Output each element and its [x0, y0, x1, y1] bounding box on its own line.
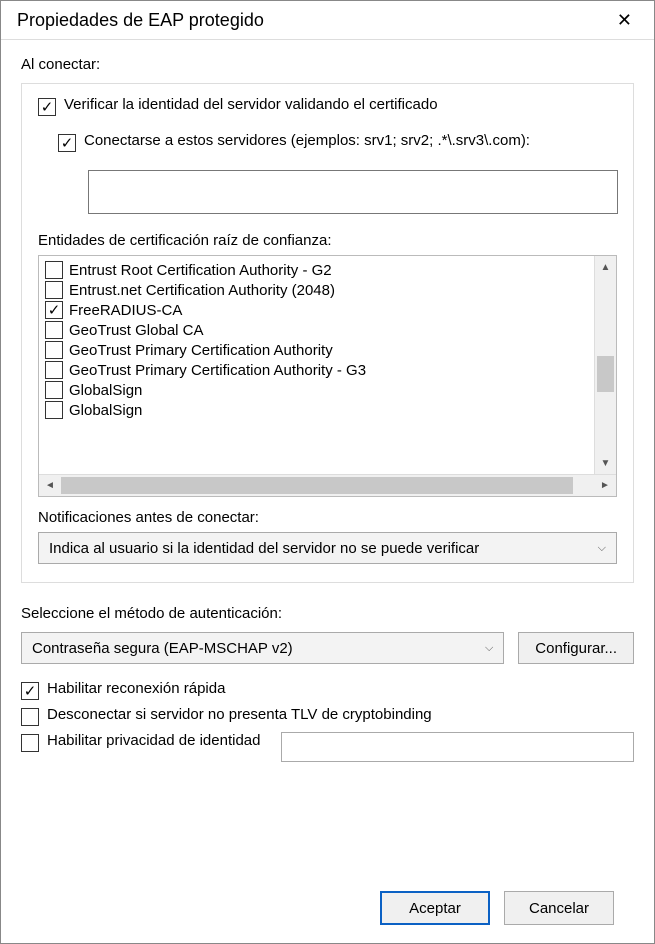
auth-method-row: Contraseña segura (EAP-MSCHAP v2) ⌵ Conf… [21, 632, 634, 664]
ca-item-checkbox[interactable] [45, 341, 63, 359]
verify-identity-checkbox[interactable] [38, 98, 56, 116]
ca-item-label: Entrust Root Certification Authority - G… [69, 262, 332, 279]
ca-item-label: GeoTrust Primary Certification Authority… [69, 362, 366, 379]
list-item[interactable]: GlobalSign [41, 400, 592, 420]
notifications-label: Notificaciones antes de conectar: [38, 509, 617, 526]
ca-item-checkbox[interactable] [45, 381, 63, 399]
scroll-track[interactable] [595, 278, 616, 452]
ca-listbox-items[interactable]: Entrust Root Certification Authority - G… [39, 256, 594, 474]
verify-identity-checkbox-row[interactable]: Verificar la identidad del servidor vali… [38, 96, 617, 116]
disconnect-tlv-checkbox[interactable] [21, 708, 39, 726]
dialog-window: Propiedades de EAP protegido ✕ Al conect… [0, 0, 655, 944]
notifications-dropdown[interactable]: Indica al usuario si la identidad del se… [38, 532, 617, 564]
list-item[interactable]: GeoTrust Primary Certification Authority [41, 340, 592, 360]
connect-servers-input[interactable] [88, 170, 618, 214]
ca-listbox: Entrust Root Certification Authority - G… [38, 255, 617, 497]
trusted-ca-label: Entidades de certificación raíz de confi… [38, 232, 617, 249]
dialog-title: Propiedades de EAP protegido [17, 10, 264, 31]
identity-privacy-input[interactable] [281, 732, 634, 762]
cancel-button[interactable]: Cancelar [504, 891, 614, 925]
ca-item-label: GeoTrust Primary Certification Authority [69, 342, 333, 359]
vertical-scrollbar[interactable]: ▲ ▼ [594, 256, 616, 474]
list-item[interactable]: Entrust.net Certification Authority (204… [41, 280, 592, 300]
ca-item-checkbox[interactable] [45, 281, 63, 299]
identity-privacy-label: Habilitar privacidad de identidad [47, 732, 260, 749]
configure-button[interactable]: Configurar... [518, 632, 634, 664]
disconnect-tlv-row[interactable]: Desconectar si servidor no presenta TLV … [21, 706, 634, 726]
chevron-down-icon: ⌵ [485, 642, 493, 655]
notifications-value: Indica al usuario si la identidad del se… [49, 540, 479, 557]
scroll-up-icon[interactable]: ▲ [595, 256, 616, 278]
scroll-left-icon[interactable]: ◄ [39, 475, 61, 496]
connect-label: Al conectar: [21, 56, 634, 73]
fast-reconnect-label: Habilitar reconexión rápida [47, 680, 225, 697]
identity-privacy-row: Habilitar privacidad de identidad [21, 732, 634, 762]
auth-method-value: Contraseña segura (EAP-MSCHAP v2) [32, 640, 293, 657]
list-item[interactable]: GeoTrust Primary Certification Authority… [41, 360, 592, 380]
connect-servers-group: Conectarse a estos servidores (ejemplos:… [58, 132, 617, 232]
chevron-down-icon: ⌵ [598, 542, 606, 555]
auth-method-dropdown[interactable]: Contraseña segura (EAP-MSCHAP v2) ⌵ [21, 632, 504, 664]
connect-servers-label: Conectarse a estos servidores (ejemplos:… [84, 132, 530, 149]
identity-privacy-checkbox[interactable] [21, 734, 39, 752]
list-item[interactable]: GlobalSign [41, 380, 592, 400]
ca-item-label: GlobalSign [69, 402, 142, 419]
list-item[interactable]: GeoTrust Global CA [41, 320, 592, 340]
ca-item-checkbox[interactable] [45, 361, 63, 379]
ca-item-checkbox[interactable] [45, 321, 63, 339]
connect-servers-checkbox[interactable] [58, 134, 76, 152]
close-icon[interactable]: ✕ [609, 9, 640, 31]
hscroll-track[interactable] [61, 475, 594, 496]
horizontal-scrollbar[interactable]: ◄ ► [39, 474, 616, 496]
list-item[interactable]: FreeRADIUS-CA [41, 300, 592, 320]
fast-reconnect-row[interactable]: Habilitar reconexión rápida [21, 680, 634, 700]
scroll-down-icon[interactable]: ▼ [595, 452, 616, 474]
ca-item-checkbox[interactable] [45, 261, 63, 279]
dialog-footer: Aceptar Cancelar [21, 875, 634, 943]
titlebar: Propiedades de EAP protegido ✕ [1, 1, 654, 40]
ca-item-label: Entrust.net Certification Authority (204… [69, 282, 335, 299]
ca-item-label: FreeRADIUS-CA [69, 302, 182, 319]
auth-method-label: Seleccione el método de autenticación: [21, 605, 634, 622]
identity-privacy-checkbox-row[interactable]: Habilitar privacidad de identidad [21, 732, 271, 752]
ca-item-checkbox[interactable] [45, 401, 63, 419]
hscroll-thumb[interactable] [61, 477, 573, 494]
disconnect-tlv-label: Desconectar si servidor no presenta TLV … [47, 706, 432, 723]
list-item[interactable]: Entrust Root Certification Authority - G… [41, 260, 592, 280]
ca-item-label: GlobalSign [69, 382, 142, 399]
ca-listbox-body: Entrust Root Certification Authority - G… [39, 256, 616, 474]
scroll-thumb[interactable] [597, 356, 614, 392]
connect-servers-checkbox-row[interactable]: Conectarse a estos servidores (ejemplos:… [58, 132, 617, 152]
ca-item-checkbox[interactable] [45, 301, 63, 319]
options-group: Habilitar reconexión rápida Desconectar … [21, 680, 634, 762]
ok-button[interactable]: Aceptar [380, 891, 490, 925]
verify-identity-label: Verificar la identidad del servidor vali… [64, 96, 438, 113]
ca-item-label: GeoTrust Global CA [69, 322, 204, 339]
dialog-content: Al conectar: Verificar la identidad del … [1, 40, 654, 943]
scroll-right-icon[interactable]: ► [594, 475, 616, 496]
fast-reconnect-checkbox[interactable] [21, 682, 39, 700]
verify-fieldset: Verificar la identidad del servidor vali… [21, 83, 634, 583]
